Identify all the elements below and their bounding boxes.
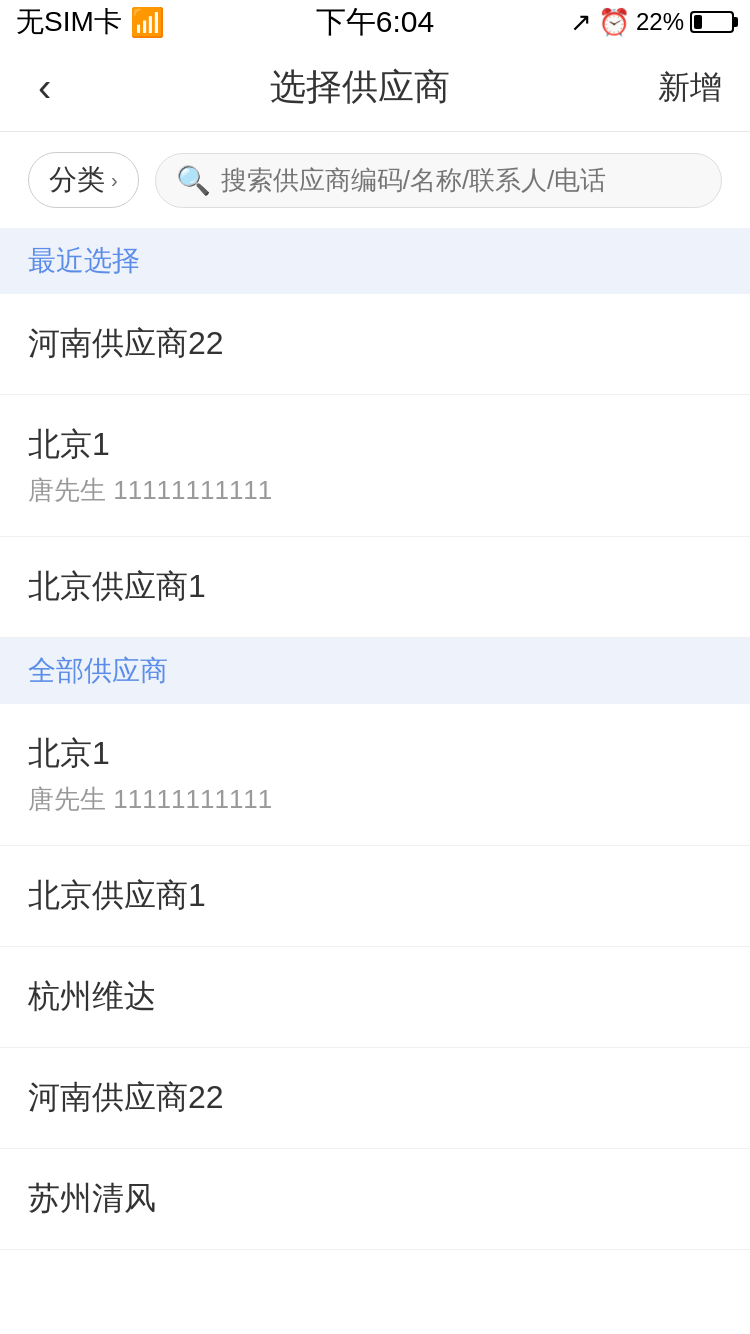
list-item[interactable]: 北京供应商1 xyxy=(0,846,750,947)
category-label: 分类 xyxy=(49,161,105,199)
item-sub: 唐先生 11111111111 xyxy=(28,473,722,508)
list-item[interactable]: 北京1 唐先生 11111111111 xyxy=(0,704,750,846)
search-input[interactable] xyxy=(221,165,701,196)
list-item[interactable]: 北京1 唐先生 11111111111 xyxy=(0,395,750,537)
carrier-text: 无SIM卡 xyxy=(16,3,122,41)
list-item[interactable]: 杭州维达 xyxy=(0,947,750,1048)
status-right-icons: ↗ ⏰ 22% xyxy=(570,7,734,38)
item-name: 苏州清风 xyxy=(28,1177,722,1221)
item-name: 北京1 xyxy=(28,732,722,776)
recent-section-header: 最近选择 xyxy=(0,228,750,294)
status-bar: 无SIM卡 📶 下午6:04 ↗ ⏰ 22% xyxy=(0,0,750,44)
chevron-right-icon: › xyxy=(111,169,118,192)
status-carrier-wifi: 无SIM卡 📶 xyxy=(16,3,165,41)
battery-fill xyxy=(694,15,702,29)
page-title: 选择供应商 xyxy=(270,63,450,112)
all-section-header: 全部供应商 xyxy=(0,638,750,704)
list-item[interactable]: 河南供应商22 xyxy=(0,294,750,395)
item-name: 河南供应商22 xyxy=(28,322,722,366)
search-box[interactable]: 🔍 xyxy=(155,153,722,208)
recent-items-list: 河南供应商22 北京1 唐先生 11111111111 北京供应商1 xyxy=(0,294,750,638)
item-name: 河南供应商22 xyxy=(28,1076,722,1120)
battery-percent: 22% xyxy=(636,8,684,36)
item-name: 北京供应商1 xyxy=(28,565,722,609)
list-item[interactable]: 苏州清风 xyxy=(0,1149,750,1250)
location-icon: ↗ xyxy=(570,7,592,38)
add-button[interactable]: 新增 xyxy=(658,66,722,110)
list-item[interactable]: 北京供应商1 xyxy=(0,537,750,638)
item-name: 北京供应商1 xyxy=(28,874,722,918)
all-section-title: 全部供应商 xyxy=(28,655,168,686)
item-sub: 唐先生 11111111111 xyxy=(28,782,722,817)
wifi-icon: 📶 xyxy=(130,6,165,39)
filter-bar: 分类 › 🔍 xyxy=(0,132,750,228)
search-icon: 🔍 xyxy=(176,164,211,197)
category-filter-button[interactable]: 分类 › xyxy=(28,152,139,208)
nav-bar: ‹ 选择供应商 新增 xyxy=(0,44,750,132)
status-time: 下午6:04 xyxy=(316,2,434,43)
item-name: 北京1 xyxy=(28,423,722,467)
battery-icon xyxy=(690,11,734,33)
back-button[interactable]: ‹ xyxy=(28,55,61,120)
all-items-list: 北京1 唐先生 11111111111 北京供应商1 杭州维达河南供应商22 苏州清风 xyxy=(0,704,750,1250)
recent-section-title: 最近选择 xyxy=(28,245,140,276)
list-item[interactable]: 河南供应商22 xyxy=(0,1048,750,1149)
alarm-icon: ⏰ xyxy=(598,7,630,38)
item-name: 杭州维达 xyxy=(28,975,722,1019)
